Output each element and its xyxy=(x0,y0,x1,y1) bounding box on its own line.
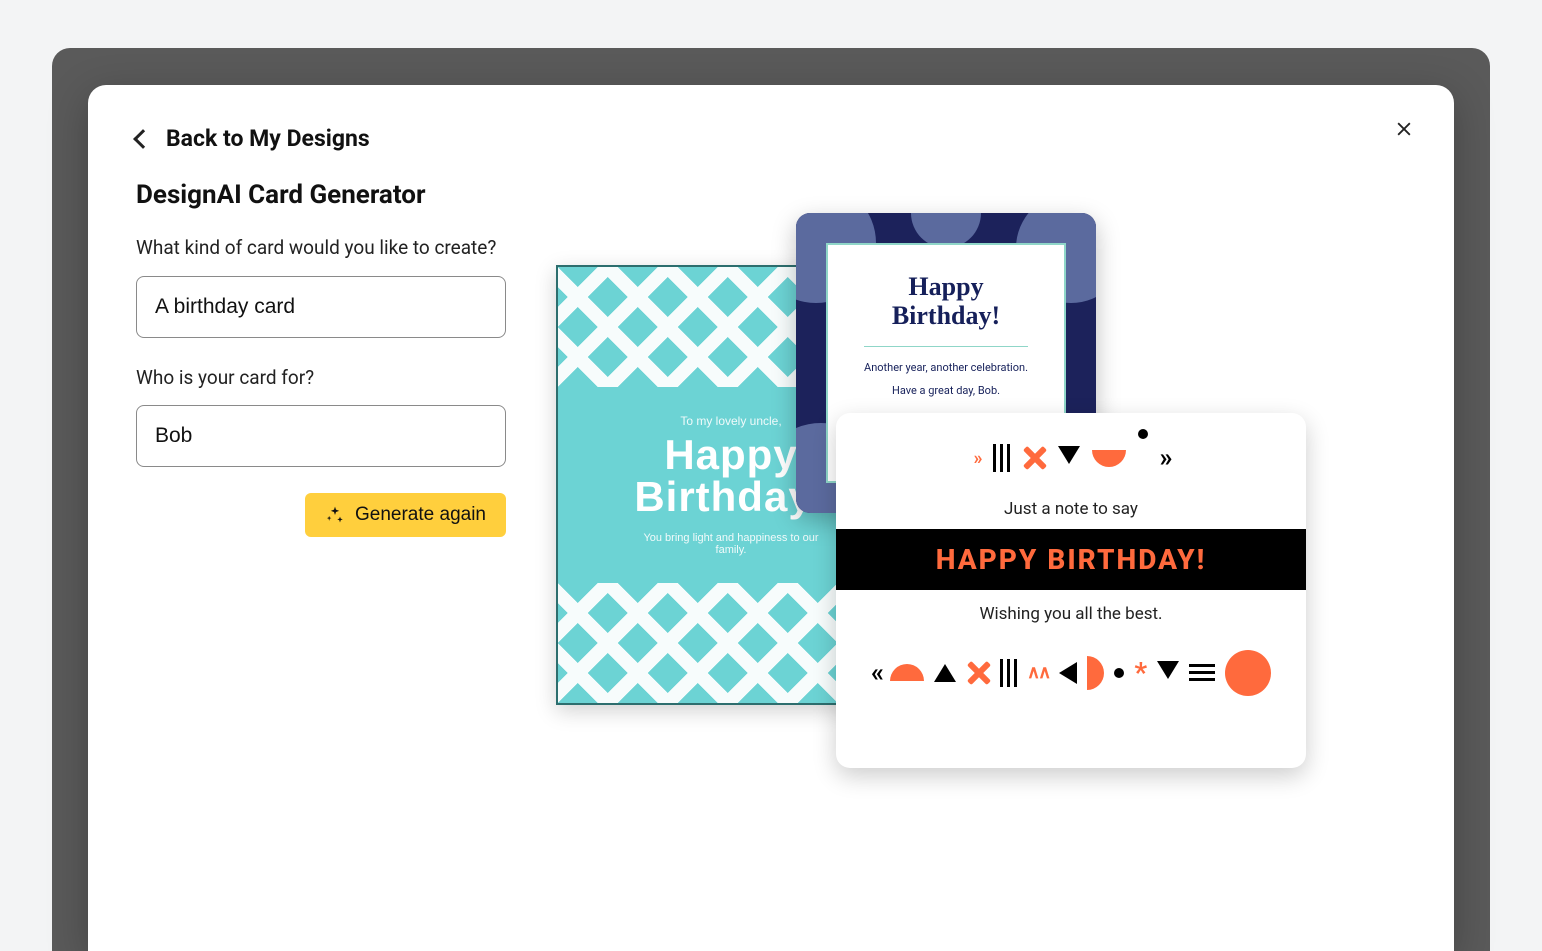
chevron-left-icon xyxy=(133,129,153,149)
generate-button-label: Generate again xyxy=(355,504,486,526)
prompt-label: What kind of card would you like to crea… xyxy=(136,234,506,262)
recipient-label: Who is your card for? xyxy=(136,364,506,392)
preview-area: To my lovely uncle, Happy Birthday! You … xyxy=(546,125,1406,911)
back-link[interactable]: Back to My Designs xyxy=(136,125,506,152)
back-label: Back to My Designs xyxy=(166,125,370,152)
sparkle-icon xyxy=(325,505,345,525)
card-navy-sub2: Have a great day, Bob. xyxy=(892,384,1000,397)
divider xyxy=(864,346,1027,347)
card-generator-modal: Back to My Designs DesignAI Card Generat… xyxy=(88,85,1454,951)
card-prompt-input[interactable] xyxy=(136,276,506,338)
form-column: Back to My Designs DesignAI Card Generat… xyxy=(136,125,506,911)
generate-again-button[interactable]: Generate again xyxy=(305,493,506,537)
recipient-input[interactable] xyxy=(136,405,506,467)
card-navy-sub1: Another year, another celebration. xyxy=(864,361,1028,374)
card-geo-banner: HAPPY BIRTHDAY! xyxy=(836,529,1306,590)
card-geo-wish: Wishing you all the best. xyxy=(836,604,1306,624)
card-teal-subtext: You bring light and happiness to our fam… xyxy=(631,532,831,556)
preview-card-geometric[interactable]: » » Just a note to say HAPPY BIRTHDAY! W… xyxy=(836,413,1306,768)
card-teal-pretext: To my lovely uncle, xyxy=(680,414,781,428)
page-title: DesignAI Card Generator xyxy=(136,180,506,210)
geometric-decor-icon: » » xyxy=(836,413,1306,493)
card-navy-heading: Happy Birthday! xyxy=(892,273,1000,330)
card-geo-note: Just a note to say xyxy=(836,499,1306,519)
geometric-decor-icon: « ∧∧ * xyxy=(836,630,1306,725)
